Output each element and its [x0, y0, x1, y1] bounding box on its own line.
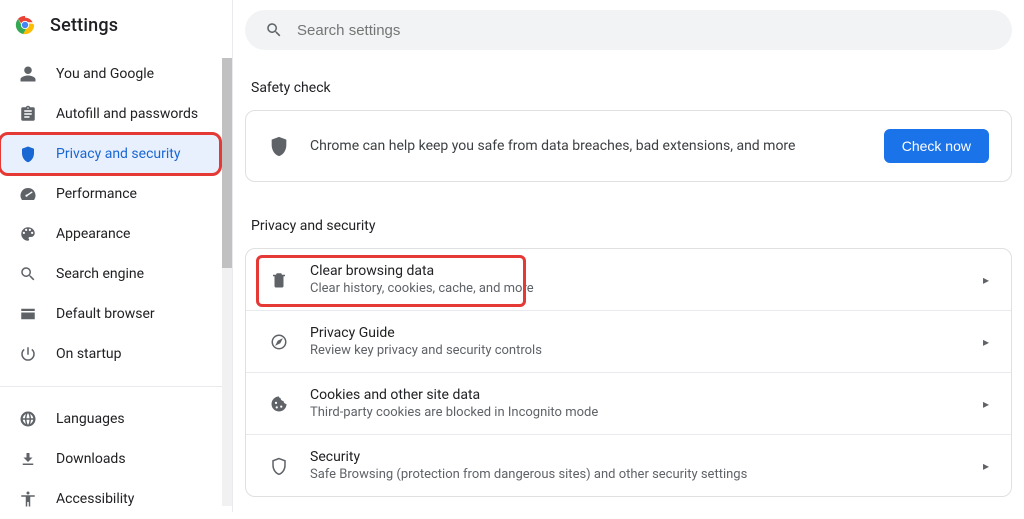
search-bar[interactable] [245, 10, 1012, 50]
row-cookies[interactable]: Cookies and other site data Third-party … [246, 373, 1011, 435]
chevron-right-icon: ▸ [983, 397, 989, 411]
row-security[interactable]: Security Safe Browsing (protection from … [246, 435, 1011, 496]
browser-icon [18, 304, 38, 324]
clipboard-icon [18, 104, 38, 124]
row-text: Clear browsing data Clear history, cooki… [310, 263, 963, 296]
sidebar-item-performance[interactable]: Performance [0, 174, 220, 214]
sidebar: Settings You and Google Autofill and pas… [0, 0, 233, 512]
sidebar-header: Settings [0, 0, 232, 50]
sidebar-item-languages[interactable]: Languages [0, 399, 220, 439]
sidebar-item-default-browser[interactable]: Default browser [0, 294, 220, 334]
sidebar-item-label: Autofill and passwords [56, 106, 198, 122]
sidebar-item-label: Accessibility [56, 491, 134, 507]
chrome-logo-icon [14, 14, 36, 36]
sidebar-item-label: Performance [56, 186, 137, 202]
sidebar-item-autofill[interactable]: Autofill and passwords [0, 94, 220, 134]
scrollbar-thumb[interactable] [222, 58, 232, 268]
row-clear-browsing-data[interactable]: Clear browsing data Clear history, cooki… [246, 249, 1011, 311]
safety-check-text: Chrome can help keep you safe from data … [310, 138, 864, 154]
row-title: Clear browsing data [310, 263, 963, 279]
sidebar-item-on-startup[interactable]: On startup [0, 334, 220, 374]
sidebar-nav: You and Google Autofill and passwords Pr… [0, 50, 232, 519]
sidebar-item-label: Default browser [56, 306, 155, 322]
sidebar-item-you-and-google[interactable]: You and Google [0, 54, 220, 94]
row-text: Security Safe Browsing (protection from … [310, 449, 963, 482]
shield-icon [268, 135, 290, 157]
speed-icon [18, 184, 38, 204]
row-title: Security [310, 449, 963, 465]
sidebar-item-label: Appearance [56, 226, 130, 242]
power-icon [18, 344, 38, 364]
row-subtitle: Review key privacy and security controls [310, 343, 963, 358]
row-text: Cookies and other site data Third-party … [310, 387, 963, 420]
search-icon [265, 21, 283, 39]
search-icon [18, 264, 38, 284]
main-content: Safety check Chrome can help keep you sa… [233, 0, 1024, 512]
shield-icon [18, 144, 38, 164]
row-subtitle: Clear history, cookies, cache, and more [310, 281, 963, 296]
sidebar-item-label: Languages [56, 411, 125, 427]
sidebar-item-label: Search engine [56, 266, 144, 282]
privacy-security-card: Clear browsing data Clear history, cooki… [245, 248, 1012, 497]
row-privacy-guide[interactable]: Privacy Guide Review key privacy and sec… [246, 311, 1011, 373]
compass-icon [268, 333, 290, 351]
page-title: Settings [50, 15, 118, 36]
palette-icon [18, 224, 38, 244]
row-title: Cookies and other site data [310, 387, 963, 403]
section-heading-privacy: Privacy and security [251, 218, 1012, 234]
chevron-right-icon: ▸ [983, 273, 989, 287]
sidebar-item-accessibility[interactable]: Accessibility [0, 479, 220, 519]
sidebar-item-label: You and Google [56, 66, 154, 82]
section-heading-safety: Safety check [251, 80, 1012, 96]
accessibility-icon [18, 489, 38, 509]
row-subtitle: Safe Browsing (protection from dangerous… [310, 467, 963, 482]
row-title: Privacy Guide [310, 325, 963, 341]
sidebar-item-search-engine[interactable]: Search engine [0, 254, 220, 294]
check-now-button[interactable]: Check now [884, 129, 989, 163]
divider [0, 386, 232, 387]
chevron-right-icon: ▸ [983, 459, 989, 473]
shield-icon [268, 457, 290, 475]
chevron-right-icon: ▸ [983, 335, 989, 349]
cookie-icon [268, 395, 290, 413]
sidebar-item-downloads[interactable]: Downloads [0, 439, 220, 479]
download-icon [18, 449, 38, 469]
sidebar-item-label: On startup [56, 346, 122, 362]
search-input[interactable] [297, 22, 992, 39]
globe-icon [18, 409, 38, 429]
safety-check-card: Chrome can help keep you safe from data … [245, 110, 1012, 182]
sidebar-item-privacy-security[interactable]: Privacy and security [0, 134, 220, 174]
trash-icon [268, 271, 290, 289]
row-subtitle: Third-party cookies are blocked in Incog… [310, 405, 963, 420]
sidebar-item-appearance[interactable]: Appearance [0, 214, 220, 254]
person-icon [18, 64, 38, 84]
row-text: Privacy Guide Review key privacy and sec… [310, 325, 963, 358]
sidebar-item-label: Privacy and security [56, 146, 180, 162]
sidebar-item-label: Downloads [56, 451, 126, 467]
